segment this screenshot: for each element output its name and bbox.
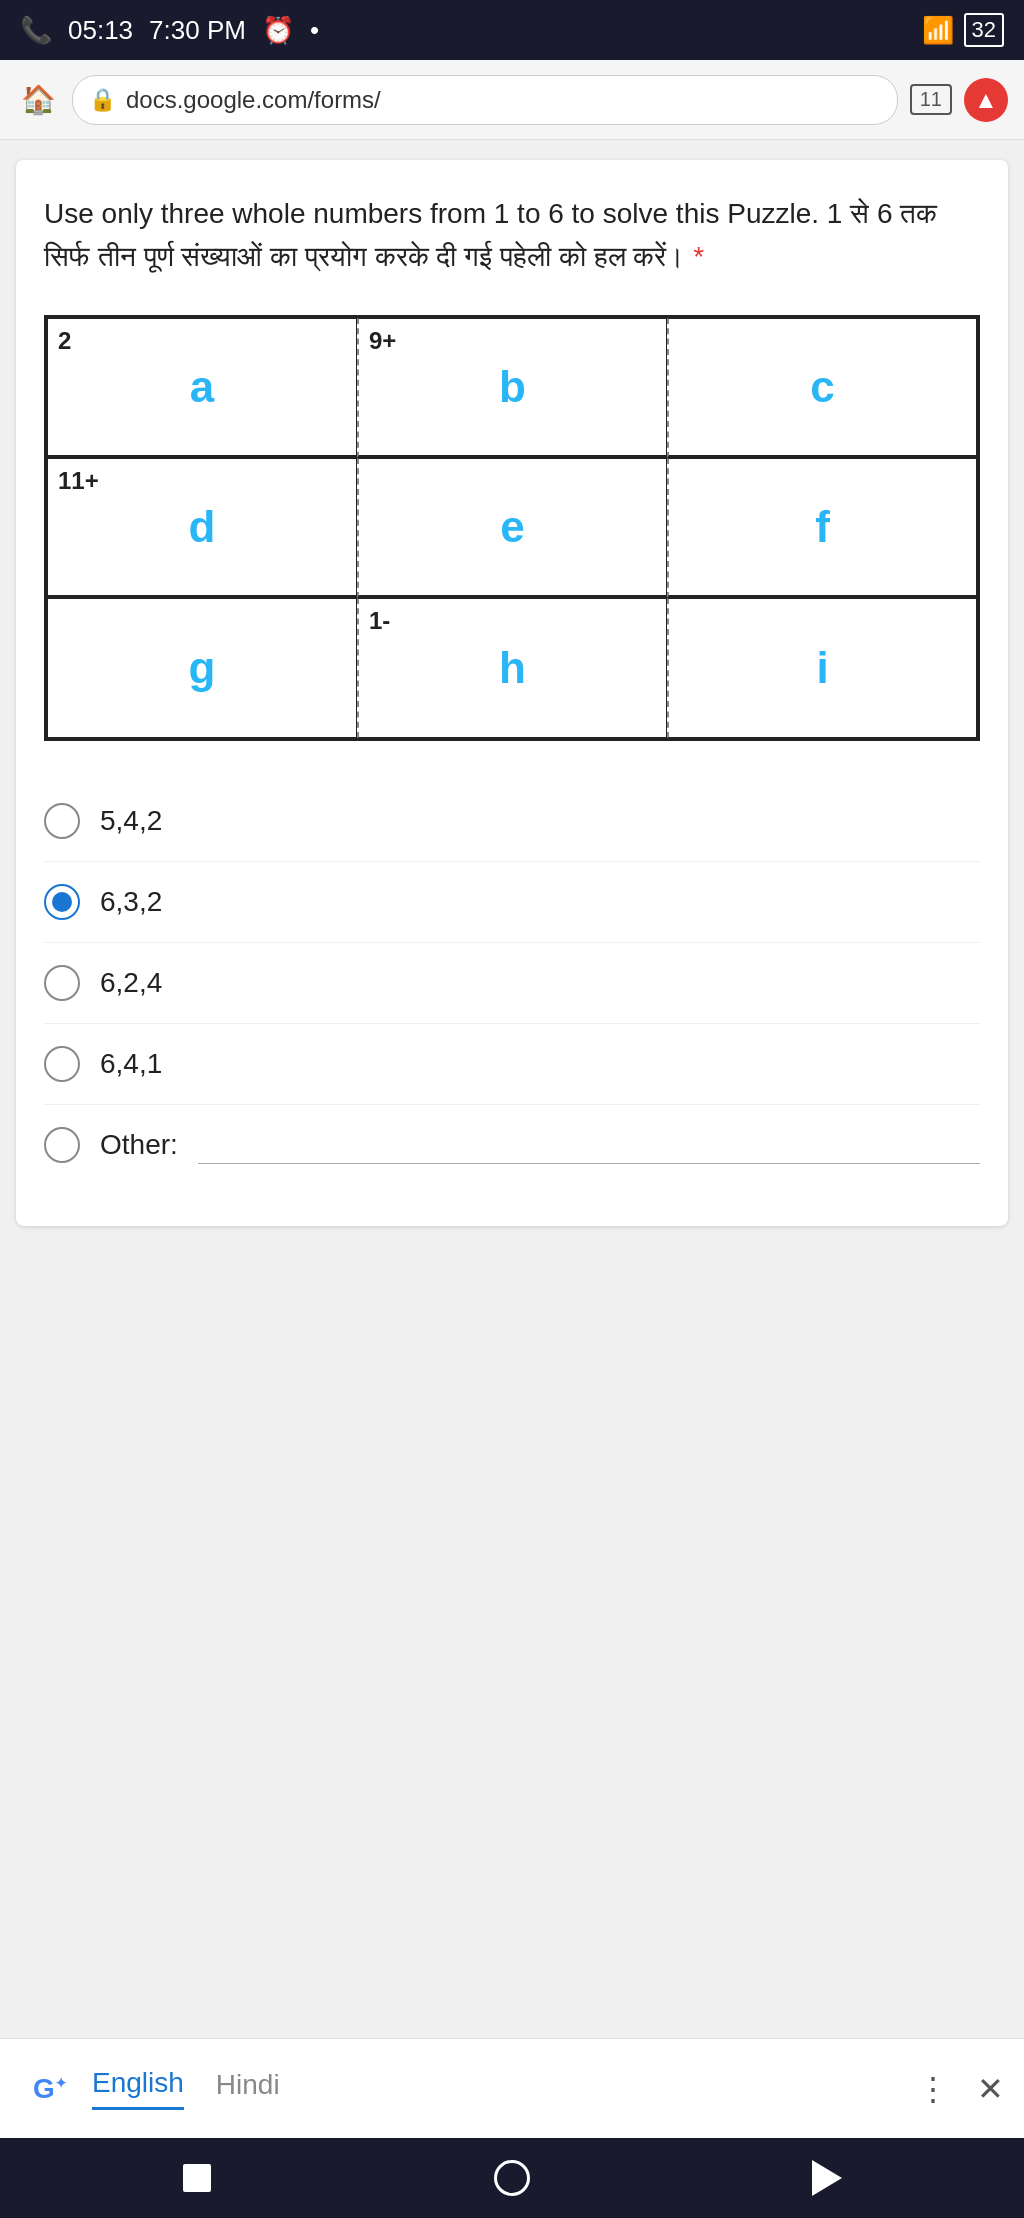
- cell-d: 11+ d: [47, 458, 357, 598]
- option-other[interactable]: Other:: [44, 1105, 980, 1186]
- signal-icon: 📶: [922, 15, 954, 46]
- circle-icon: [494, 2160, 530, 2196]
- alarm-icon: ⏰: [262, 15, 294, 46]
- dot-indicator: •: [310, 15, 319, 46]
- option-2-label: 6,3,2: [100, 886, 162, 918]
- translate-g-icon: G✦: [33, 2073, 67, 2105]
- translation-actions: ⋮ ✕: [917, 2070, 1004, 2108]
- cell-h: 1- h: [357, 598, 667, 738]
- status-time-left: 05:13: [68, 15, 133, 46]
- cell-h-label: h: [499, 643, 526, 693]
- option-2[interactable]: 6,3,2: [44, 862, 980, 943]
- back-icon: [812, 2160, 842, 2196]
- cell-e-label: e: [500, 502, 524, 552]
- radio-other[interactable]: [44, 1127, 80, 1163]
- battery-indicator: 32: [964, 13, 1004, 47]
- cell-i: i: [667, 598, 977, 738]
- question-text: Use only three whole numbers from 1 to 6…: [44, 192, 980, 279]
- puzzle-grid: 2 a 9+ b c 11+ d e f g: [44, 315, 980, 741]
- language-tabs: English Hindi: [92, 2067, 917, 2110]
- lock-icon: 🔒: [89, 87, 116, 113]
- option-1-label: 5,4,2: [100, 805, 162, 837]
- cell-a: 2 a: [47, 318, 357, 458]
- close-translation-button[interactable]: ✕: [977, 2070, 1004, 2108]
- cell-b-label: b: [499, 362, 526, 412]
- option-3[interactable]: 6,2,4: [44, 943, 980, 1024]
- other-input[interactable]: [198, 1127, 980, 1164]
- option-3-label: 6,2,4: [100, 967, 162, 999]
- more-options-icon[interactable]: ⋮: [917, 2070, 949, 2108]
- cell-g-label: g: [189, 643, 216, 693]
- cell-f: f: [667, 458, 977, 598]
- translate-icon-wrapper: G✦: [20, 2073, 80, 2105]
- cell-i-label: i: [816, 643, 828, 693]
- url-text: docs.google.com/forms/: [126, 86, 381, 114]
- status-bar: 📞 05:13 7:30 PM ⏰ • 📶 32: [0, 0, 1024, 60]
- browser-bar: 🏠 🔒 docs.google.com/forms/ 11 ▲: [0, 60, 1024, 140]
- lang-tab-hindi[interactable]: Hindi: [216, 2069, 280, 2109]
- phone-icon: 📞: [20, 15, 52, 46]
- radio-1[interactable]: [44, 803, 80, 839]
- option-4-label: 6,4,1: [100, 1048, 162, 1080]
- options-list: 5,4,2 6,3,2 6,2,4 6,4,1 Other:: [44, 781, 980, 1186]
- cell-b-corner: 9+: [369, 327, 396, 355]
- square-icon: [183, 2164, 211, 2192]
- status-time-right: 7:30 PM: [149, 15, 246, 46]
- radio-2[interactable]: [44, 884, 80, 920]
- nav-back-button[interactable]: [802, 2153, 852, 2203]
- cell-c-label: c: [810, 362, 834, 412]
- refresh-button[interactable]: ▲: [964, 78, 1008, 122]
- option-other-label: Other:: [100, 1129, 178, 1161]
- url-bar[interactable]: 🔒 docs.google.com/forms/: [72, 75, 898, 125]
- cell-f-label: f: [815, 502, 830, 552]
- cell-b: 9+ b: [357, 318, 667, 458]
- tab-count[interactable]: 11: [910, 84, 952, 115]
- home-button[interactable]: 🏠: [16, 78, 60, 122]
- cell-g: g: [47, 598, 357, 738]
- option-4[interactable]: 6,4,1: [44, 1024, 980, 1105]
- cell-c: c: [667, 318, 977, 458]
- main-content: Use only three whole numbers from 1 to 6…: [0, 140, 1024, 2038]
- translation-bar: G✦ English Hindi ⋮ ✕: [0, 2038, 1024, 2138]
- cell-a-label: a: [190, 362, 214, 412]
- radio-4[interactable]: [44, 1046, 80, 1082]
- cell-h-corner: 1-: [369, 607, 390, 635]
- form-card: Use only three whole numbers from 1 to 6…: [16, 160, 1008, 1226]
- radio-2-inner: [52, 892, 72, 912]
- translate-star: ✦: [55, 2074, 67, 2090]
- nav-home-button[interactable]: [487, 2153, 537, 2203]
- cell-e: e: [357, 458, 667, 598]
- option-1[interactable]: 5,4,2: [44, 781, 980, 862]
- cell-d-label: d: [189, 502, 216, 552]
- radio-3[interactable]: [44, 965, 80, 1001]
- status-left: 📞 05:13 7:30 PM ⏰ •: [20, 15, 319, 46]
- status-right: 📶 32: [922, 13, 1004, 47]
- required-star: *: [693, 241, 704, 272]
- bottom-nav: [0, 2138, 1024, 2218]
- cell-a-corner: 2: [58, 327, 71, 355]
- nav-square-button[interactable]: [172, 2153, 222, 2203]
- cell-d-corner: 11+: [58, 467, 99, 495]
- lang-tab-english[interactable]: English: [92, 2067, 184, 2110]
